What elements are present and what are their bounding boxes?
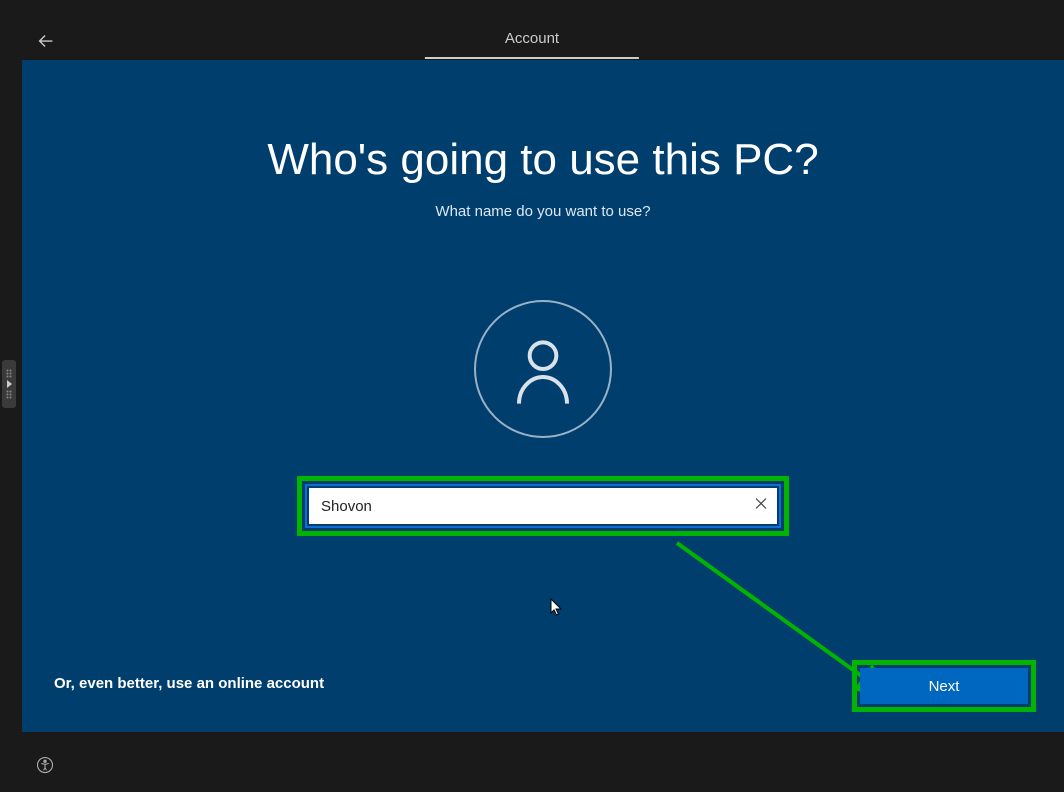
name-input-highlight — [297, 476, 789, 536]
user-icon — [511, 333, 575, 405]
page-title: Who's going to use this PC? — [22, 135, 1064, 185]
use-online-account-link[interactable]: Or, even better, use an online account — [54, 675, 324, 692]
tab-container: Account — [425, 20, 639, 59]
next-button-highlight: Next — [852, 660, 1036, 712]
setup-main-area: Who's going to use this PC? What name do… — [22, 60, 1064, 732]
accessibility-icon[interactable] — [36, 756, 54, 779]
avatar-placeholder — [474, 300, 612, 438]
tab-account[interactable]: Account — [425, 20, 639, 59]
page-subtitle: What name do you want to use? — [22, 203, 1064, 220]
mouse-cursor-icon — [550, 598, 564, 618]
next-button[interactable]: Next — [860, 668, 1028, 704]
clear-input-icon[interactable] — [754, 497, 768, 516]
top-bar: Account — [0, 0, 1064, 60]
bottom-bar — [22, 742, 1064, 792]
back-button[interactable] — [35, 30, 57, 57]
side-handle[interactable] — [2, 360, 16, 408]
name-input[interactable] — [309, 488, 777, 524]
